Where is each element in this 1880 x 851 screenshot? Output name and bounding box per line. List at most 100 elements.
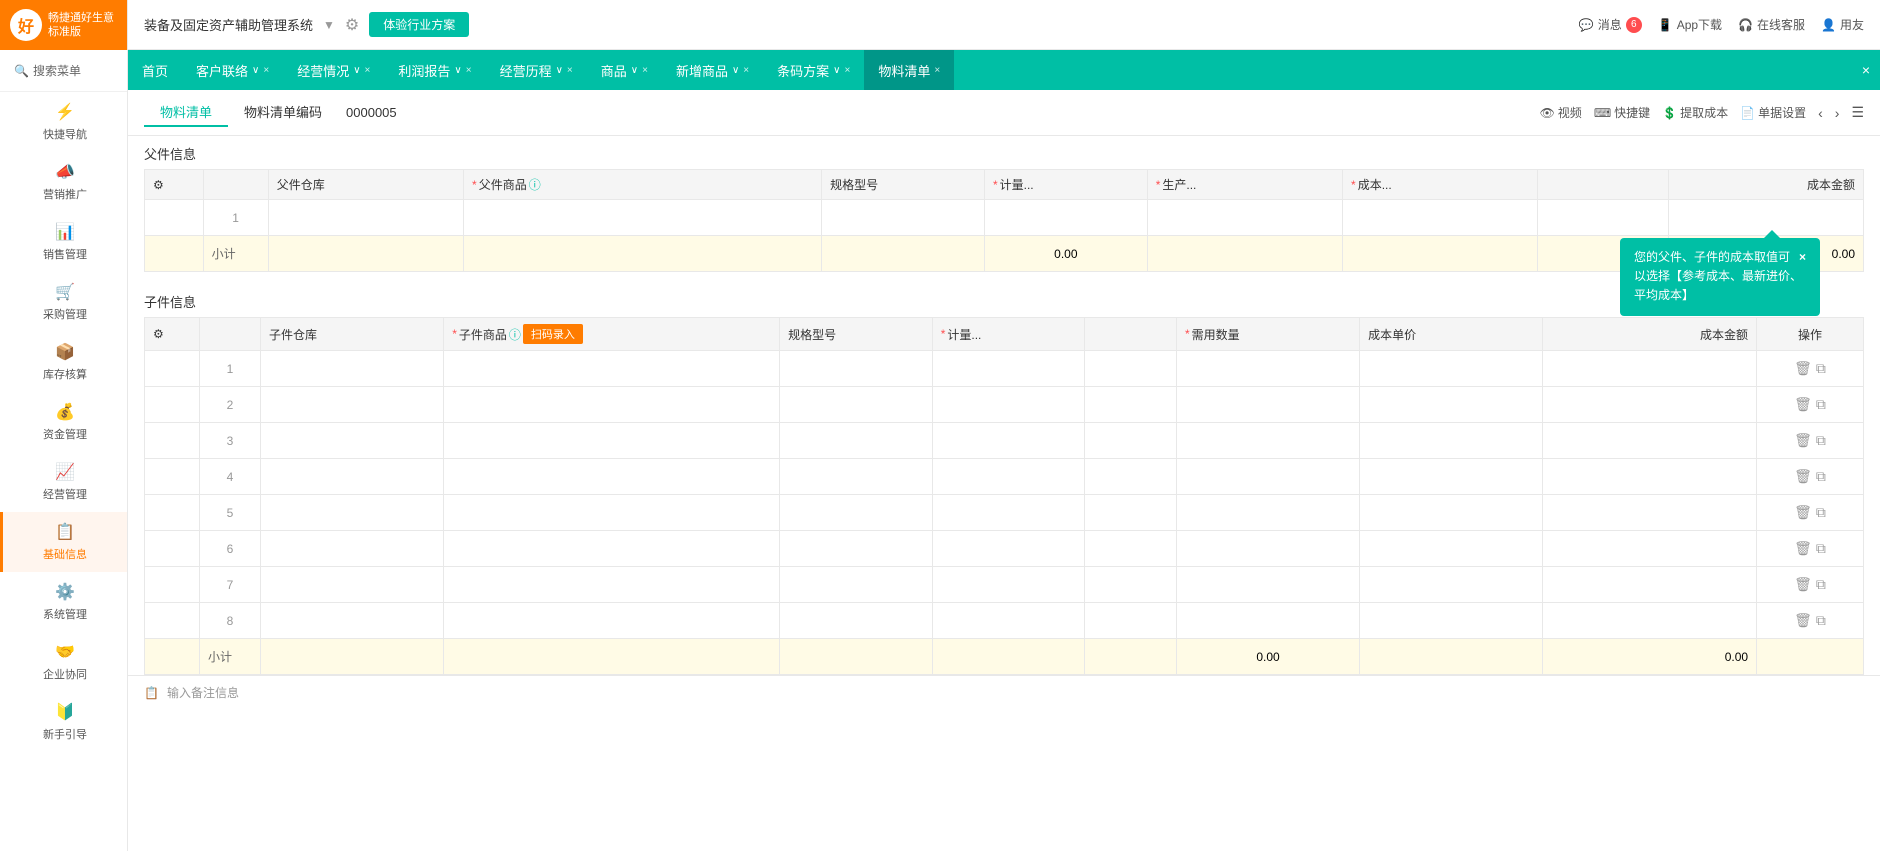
child-row5-copy-icon[interactable]: ⧉ [1816,504,1826,521]
child-row7-product[interactable] [444,567,780,603]
child-row5-warehouse[interactable] [261,495,444,531]
child-row8-copy-icon[interactable]: ⧉ [1816,612,1826,629]
child-row3-spec[interactable] [780,423,933,459]
layout-btn[interactable]: ☰ [1851,104,1864,121]
cost-action[interactable]: 💲 提取成本 [1662,104,1728,121]
child-row6-product[interactable] [444,531,780,567]
child-row1-product[interactable] [444,351,780,387]
tab-operations-close[interactable]: × [365,65,371,76]
child-row8-warehouse[interactable] [261,603,444,639]
child-row3-warehouse[interactable] [261,423,444,459]
child-row8-unit-cost[interactable] [1360,603,1543,639]
child-row1-unit[interactable] [932,351,1085,387]
child-row4-unit[interactable] [932,459,1085,495]
doc-settings-action[interactable]: 📄 单据设置 [1740,104,1806,121]
child-row6-spec[interactable] [780,531,933,567]
child-row4-warehouse[interactable] [261,459,444,495]
sub-tab-bom-list[interactable]: 物料清单 [144,98,228,127]
child-row5-unit-cost[interactable] [1360,495,1543,531]
child-row4-delete-icon[interactable]: 🗑 [1794,468,1812,485]
parent-settings-icon[interactable]: ⚙ [153,178,164,192]
tab-bom[interactable]: 物料清单 × [864,50,954,90]
nav-global-close[interactable]: × [1852,62,1880,78]
parent-row1-produce[interactable] [1147,200,1342,236]
child-row3-copy-icon[interactable]: ⧉ [1816,432,1826,449]
child-row3-unit-cost[interactable] [1360,423,1543,459]
sidebar-item-system[interactable]: ⚙️ 系统管理 [0,572,127,632]
nav-next-btn[interactable]: › [1835,105,1840,121]
child-row3-qty[interactable] [1176,423,1359,459]
child-row7-unit-cost[interactable] [1360,567,1543,603]
tab-history[interactable]: 经营历程 ∨ × [486,50,587,90]
child-row8-unit[interactable] [932,603,1085,639]
child-row6-delete-icon[interactable]: 🗑 [1794,540,1812,557]
tab-customers[interactable]: 客户联络 ∨ × [182,50,283,90]
search-menu-button[interactable]: 🔍 搜索菜单 [8,58,119,83]
child-row7-spec[interactable] [780,567,933,603]
child-th-settings[interactable]: ⚙ [145,318,200,351]
sidebar-item-basic-info[interactable]: 📋 基础信息 [0,512,127,572]
tab-barcode-close[interactable]: × [844,65,850,76]
child-row1-copy-icon[interactable]: ⧉ [1816,360,1826,377]
tab-profit[interactable]: 利润报告 ∨ × [384,50,485,90]
child-row1-spec[interactable] [780,351,933,387]
tab-home[interactable]: 首页 [128,50,182,90]
child-row6-warehouse[interactable] [261,531,444,567]
child-row8-spec[interactable] [780,603,933,639]
child-row1-unit-cost[interactable] [1360,351,1543,387]
child-row5-unit[interactable] [932,495,1085,531]
child-row7-copy-icon[interactable]: ⧉ [1816,576,1826,593]
child-row4-qty[interactable] [1176,459,1359,495]
child-row6-unit[interactable] [932,531,1085,567]
child-row2-warehouse[interactable] [261,387,444,423]
child-row5-spec[interactable] [780,495,933,531]
online-service-button[interactable]: 🎧 在线客服 [1738,16,1805,33]
tab-goods[interactable]: 商品 ∨ × [587,50,662,90]
tab-add-goods[interactable]: 新增商品 ∨ × [662,50,763,90]
child-row2-unit[interactable] [932,387,1085,423]
sidebar-item-inventory[interactable]: 📦 库存核算 [0,332,127,392]
child-row4-product[interactable] [444,459,780,495]
child-row1-warehouse[interactable] [261,351,444,387]
child-row2-product[interactable] [444,387,780,423]
scan-input-button[interactable]: 扫码录入 [523,324,583,344]
trial-button[interactable]: 体验行业方案 [369,12,469,37]
child-row6-copy-icon[interactable]: ⧉ [1816,540,1826,557]
child-row8-delete-icon[interactable]: 🗑 [1794,612,1812,629]
parent-row1-cost[interactable] [1343,200,1538,236]
sidebar-item-sales[interactable]: 📊 销售管理 [0,212,127,272]
child-row4-spec[interactable] [780,459,933,495]
tab-bom-close[interactable]: × [934,65,940,76]
sidebar-item-purchase[interactable]: 🛒 采购管理 [0,272,127,332]
sidebar-item-guide[interactable]: 🔰 新手引导 [0,692,127,752]
parent-th-settings[interactable]: ⚙ [145,170,204,200]
child-row1-qty[interactable] [1176,351,1359,387]
child-row2-qty[interactable] [1176,387,1359,423]
tab-history-close[interactable]: × [567,65,573,76]
child-row4-unit-cost[interactable] [1360,459,1543,495]
sidebar-item-operations[interactable]: 📈 经营管理 [0,452,127,512]
tab-barcode[interactable]: 条码方案 ∨ × [763,50,864,90]
child-row8-qty[interactable] [1176,603,1359,639]
child-row7-unit[interactable] [932,567,1085,603]
app-download-button[interactable]: 📱 App下载 [1658,16,1722,33]
parent-row1-spec[interactable] [822,200,985,236]
sidebar-item-marketing[interactable]: 📣 营销推广 [0,152,127,212]
child-row2-copy-icon[interactable]: ⧉ [1816,396,1826,413]
child-row2-spec[interactable] [780,387,933,423]
sidebar-item-cooperation[interactable]: 🤝 企业协同 [0,632,127,692]
child-row2-unit-cost[interactable] [1360,387,1543,423]
child-row5-qty[interactable] [1176,495,1359,531]
settings-icon[interactable]: ⚙ [345,15,359,35]
tab-add-goods-close[interactable]: × [743,65,749,76]
system-title-dropdown-icon[interactable]: ▼ [323,18,335,32]
shortcut-action[interactable]: ⌨ 快捷键 [1594,104,1650,121]
child-row4-copy-icon[interactable]: ⧉ [1816,468,1826,485]
child-row5-product[interactable] [444,495,780,531]
messages-button[interactable]: 💬 消息 6 [1579,16,1642,33]
child-row6-unit-cost[interactable] [1360,531,1543,567]
child-row6-qty[interactable] [1176,531,1359,567]
child-row8-product[interactable] [444,603,780,639]
view-action[interactable]: 👁 视频 [1540,104,1582,121]
child-row3-unit[interactable] [932,423,1085,459]
